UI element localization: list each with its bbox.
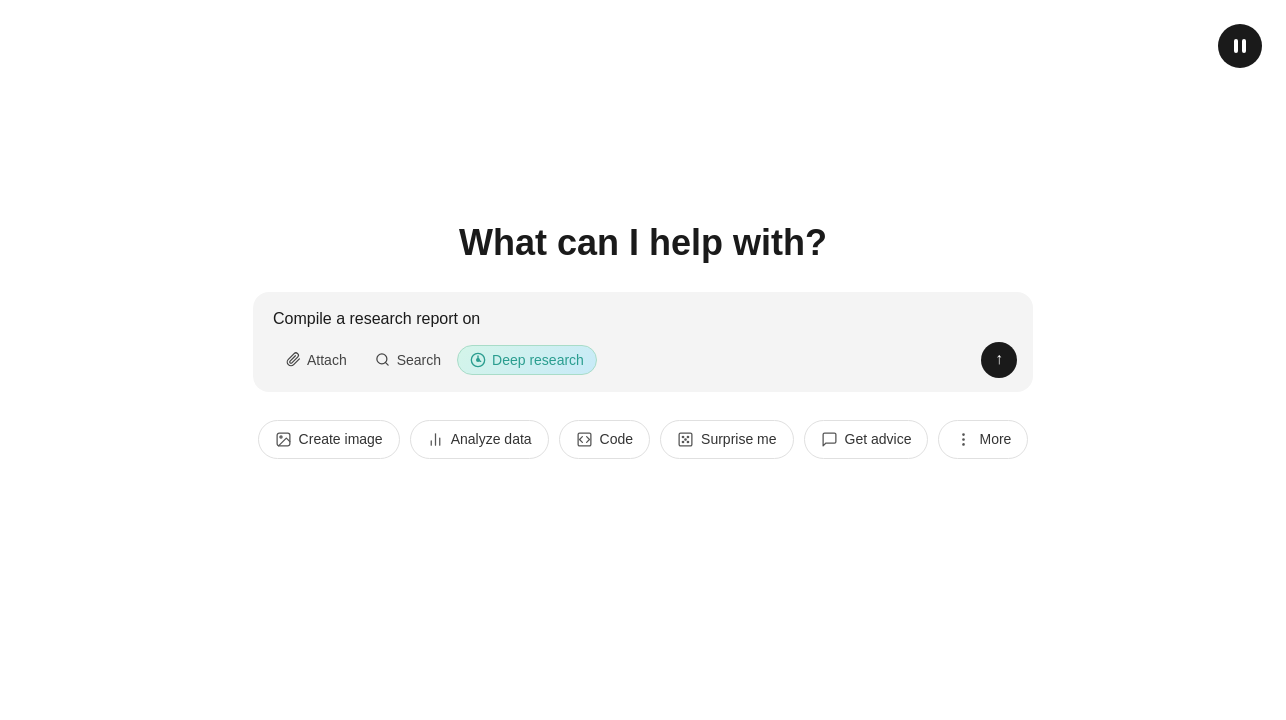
analyze-data-button[interactable]: Analyze data [410,420,549,459]
svg-line-1 [386,362,389,365]
pause-bar-right [1242,39,1246,53]
code-icon [576,431,593,448]
svg-point-11 [687,436,688,437]
deep-research-button[interactable]: Deep research [457,345,597,375]
get-advice-icon [821,431,838,448]
main-content: What can I help with? Attach [253,222,1033,459]
get-advice-button[interactable]: Get advice [804,420,929,459]
search-icon [375,352,391,368]
svg-point-10 [682,436,683,437]
create-image-icon [275,431,292,448]
more-icon [955,431,972,448]
more-label: More [979,431,1011,447]
analyze-data-icon [427,431,444,448]
more-button[interactable]: More [938,420,1028,459]
input-container: Attach Search [253,292,1033,392]
submit-button[interactable]: ↑ [981,342,1017,378]
surprise-me-icon [677,431,694,448]
search-label: Search [397,352,441,368]
main-input[interactable] [273,310,1017,328]
svg-point-12 [682,441,683,442]
attach-button[interactable]: Attach [273,346,359,374]
pause-button[interactable] [1218,24,1262,68]
submit-arrow-icon: ↑ [995,351,1003,367]
surprise-me-label: Surprise me [701,431,776,447]
deep-research-label: Deep research [492,352,584,368]
search-button[interactable]: Search [363,346,453,374]
toolbar-left: Attach Search [273,345,597,375]
svg-point-16 [963,438,964,439]
create-image-label: Create image [299,431,383,447]
svg-point-17 [963,443,964,444]
surprise-me-button[interactable]: Surprise me [660,420,793,459]
code-label: Code [600,431,633,447]
svg-rect-9 [679,433,692,446]
analyze-data-label: Analyze data [451,431,532,447]
code-button[interactable]: Code [559,420,650,459]
svg-point-4 [280,435,282,437]
quick-actions: Create image Analyze data Code [258,420,1029,459]
deep-research-icon [470,352,486,368]
create-image-button[interactable]: Create image [258,420,400,459]
input-toolbar: Attach Search [273,342,1017,378]
page-headline: What can I help with? [459,222,827,264]
get-advice-label: Get advice [845,431,912,447]
attach-icon [285,352,301,368]
svg-point-2 [476,358,480,362]
svg-point-13 [687,441,688,442]
pause-bar-left [1234,39,1238,53]
attach-label: Attach [307,352,347,368]
svg-point-14 [685,438,686,439]
svg-point-15 [963,433,964,434]
